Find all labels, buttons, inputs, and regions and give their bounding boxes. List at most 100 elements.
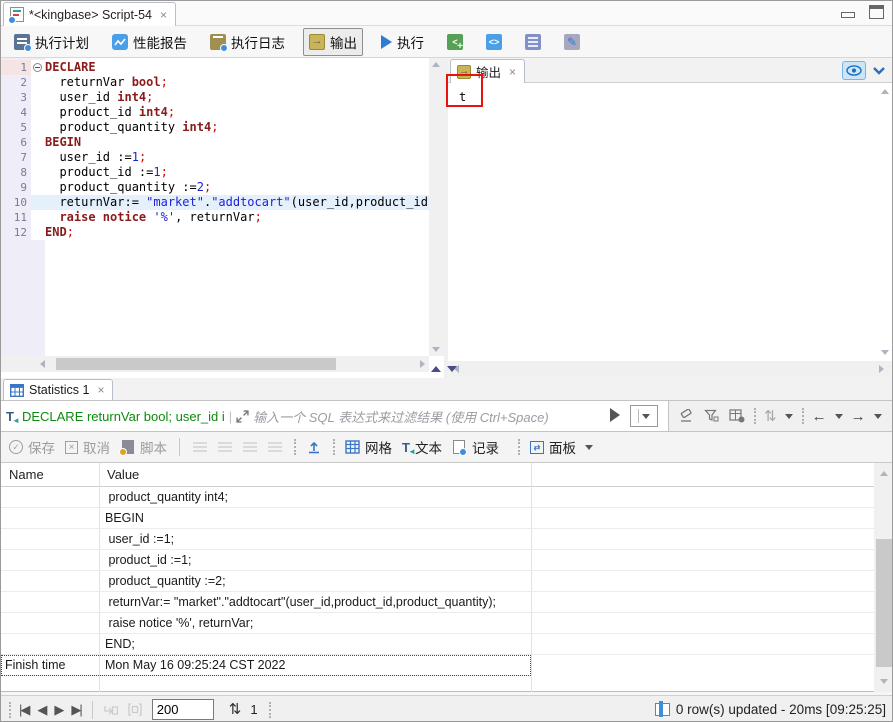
- sash-up-icon[interactable]: [431, 366, 441, 372]
- column-header-value[interactable]: Value: [107, 467, 139, 482]
- apply-filter-icon[interactable]: [610, 408, 620, 422]
- table-row[interactable]: user_id :=1;: [1, 529, 874, 550]
- add-row-icon[interactable]: [217, 440, 232, 455]
- output-toggle-button[interactable]: → 输出: [303, 27, 363, 56]
- code-line[interactable]: 10 returnVar:= "market"."addtocart"(user…: [1, 195, 429, 210]
- filter-history-dropdown[interactable]: [630, 405, 658, 427]
- cell-value[interactable]: Mon May 16 09:25:24 CST 2022: [105, 658, 529, 672]
- scroll-down-icon[interactable]: [432, 347, 440, 352]
- close-icon[interactable]: ×: [160, 8, 167, 22]
- show-log-button[interactable]: [520, 31, 546, 53]
- filter-input[interactable]: T ◄ DECLARE returnVar bool; user_id i | 输…: [1, 401, 669, 431]
- open-sql-editor-button[interactable]: <>: [481, 31, 507, 53]
- scroll-up-icon[interactable]: [881, 89, 889, 94]
- grid-view-button[interactable]: 网格: [345, 437, 392, 457]
- cell-value[interactable]: user_id :=1;: [105, 532, 529, 546]
- code-line[interactable]: 12 END;: [1, 225, 429, 240]
- page-size-input[interactable]: [151, 699, 214, 720]
- text-view-button[interactable]: T ◄ 文本: [402, 437, 442, 457]
- code-line[interactable]: 6 BEGIN: [1, 135, 429, 150]
- exec-log-button[interactable]: 执行日志: [205, 29, 290, 55]
- cell-value[interactable]: BEGIN: [105, 511, 529, 525]
- cell-name[interactable]: Finish time: [5, 658, 97, 672]
- refresh-icon[interactable]: ⇅: [764, 409, 777, 424]
- cell-value[interactable]: product_quantity :=2;: [105, 574, 529, 588]
- cell-value[interactable]: returnVar:= "market"."addtocart"(user_id…: [105, 595, 529, 609]
- scroll-up-icon[interactable]: [432, 62, 440, 67]
- refresh-page-icon[interactable]: ⇅: [229, 702, 242, 717]
- column-header-name[interactable]: Name: [9, 467, 44, 482]
- cell-value[interactable]: product_quantity int4;: [105, 490, 529, 504]
- forward-icon[interactable]: →: [851, 409, 866, 424]
- custom-filter-icon[interactable]: [704, 409, 719, 423]
- back-dropdown-icon[interactable]: [834, 413, 843, 419]
- table-vertical-scrollbar[interactable]: [874, 463, 892, 692]
- scroll-right-icon[interactable]: [879, 365, 884, 373]
- code-line[interactable]: 1 DECLARE: [1, 60, 429, 75]
- close-icon[interactable]: ×: [509, 65, 516, 79]
- duplicate-row-icon[interactable]: [242, 440, 257, 455]
- scroll-right-icon[interactable]: [420, 360, 425, 368]
- editor-vertical-scrollbar[interactable]: [429, 58, 444, 356]
- table-row[interactable]: returnVar:= "market"."addtocart"(user_id…: [1, 592, 874, 613]
- code-area[interactable]: 1 DECLARE 2 returnVar bool; 3 user_id int4;…: [1, 60, 429, 356]
- code-line[interactable]: 11 raise notice '%', returnVar;: [1, 210, 429, 225]
- scroll-up-icon[interactable]: [880, 471, 888, 476]
- last-page-icon[interactable]: ▶|: [71, 702, 82, 718]
- sash-down-icon[interactable]: [447, 366, 457, 372]
- forward-dropdown-icon[interactable]: [873, 413, 882, 419]
- code-line[interactable]: 9 product_quantity :=2;: [1, 180, 429, 195]
- scroll-left-icon[interactable]: [40, 360, 45, 368]
- table-row[interactable]: Finish time Mon May 16 09:25:24 CST 2022: [1, 655, 531, 676]
- back-icon[interactable]: ←: [812, 409, 827, 424]
- table-row[interactable]: raise notice '%', returnVar;: [1, 613, 874, 634]
- code-line[interactable]: 2 returnVar bool;: [1, 75, 429, 90]
- delete-row-icon[interactable]: [267, 440, 282, 455]
- view-menu-chevron-icon[interactable]: [872, 66, 886, 75]
- record-view-button[interactable]: 记录: [452, 437, 499, 457]
- run-button[interactable]: 执行: [376, 29, 429, 55]
- sash-arrows[interactable]: [431, 366, 457, 372]
- grid-settings-icon[interactable]: [729, 409, 745, 423]
- editor-horizontal-scrollbar[interactable]: [36, 356, 429, 372]
- prev-page-icon[interactable]: ◀: [37, 702, 47, 718]
- table-row[interactable]: product_quantity :=2;: [1, 571, 874, 592]
- clear-filter-icon[interactable]: [679, 409, 694, 423]
- table-row[interactable]: BEGIN: [1, 508, 874, 529]
- save-button[interactable]: ✓ 保存: [9, 437, 55, 457]
- table-header[interactable]: Name Value: [1, 463, 874, 487]
- cancel-button[interactable]: × 取消: [65, 437, 110, 457]
- script-button[interactable]: 脚本: [118, 437, 167, 457]
- table-row[interactable]: product_quantity int4;: [1, 487, 874, 508]
- refresh-dropdown-icon[interactable]: [784, 413, 793, 419]
- new-sql-editor-button[interactable]: < +: [442, 31, 468, 53]
- close-icon[interactable]: ×: [97, 383, 104, 397]
- fetch-next-page-icon[interactable]: [104, 702, 119, 717]
- edit-row-icon[interactable]: [192, 440, 207, 455]
- scrollbar-thumb[interactable]: [876, 539, 892, 667]
- edit-script-button[interactable]: ✎: [559, 31, 585, 53]
- output-console[interactable]: t: [448, 83, 892, 361]
- maximize-icon[interactable]: [869, 5, 884, 19]
- cell-value[interactable]: END;: [105, 637, 529, 651]
- code-line[interactable]: 7 user_id :=1;: [1, 150, 429, 165]
- expand-icon[interactable]: [236, 409, 249, 423]
- output-horizontal-scrollbar[interactable]: [450, 361, 890, 376]
- sql-editor[interactable]: 1 DECLARE 2 returnVar bool; 3 user_id int4;…: [1, 58, 444, 378]
- next-page-icon[interactable]: ▶: [54, 702, 64, 718]
- editor-tab[interactable]: *<kingbase> Script-54 ×: [3, 2, 177, 26]
- code-line[interactable]: 5 product_quantity int4;: [1, 120, 429, 135]
- first-page-icon[interactable]: |◀: [19, 702, 30, 718]
- minimize-icon[interactable]: [841, 12, 855, 18]
- cell-value[interactable]: raise notice '%', returnVar;: [105, 616, 529, 630]
- panels-button[interactable]: ⇄ 面板: [529, 437, 593, 457]
- fetch-all-rows-icon[interactable]: [128, 702, 143, 717]
- scroll-down-icon[interactable]: [881, 350, 889, 355]
- code-line[interactable]: 3 user_id int4;: [1, 90, 429, 105]
- fold-collapse-icon[interactable]: [33, 63, 42, 72]
- panels-dropdown-icon[interactable]: [584, 444, 593, 450]
- watch-output-button[interactable]: [842, 61, 866, 80]
- code-line[interactable]: 4 product_id int4;: [1, 105, 429, 120]
- perf-report-button[interactable]: 性能报告: [107, 29, 192, 55]
- export-icon[interactable]: [306, 440, 321, 455]
